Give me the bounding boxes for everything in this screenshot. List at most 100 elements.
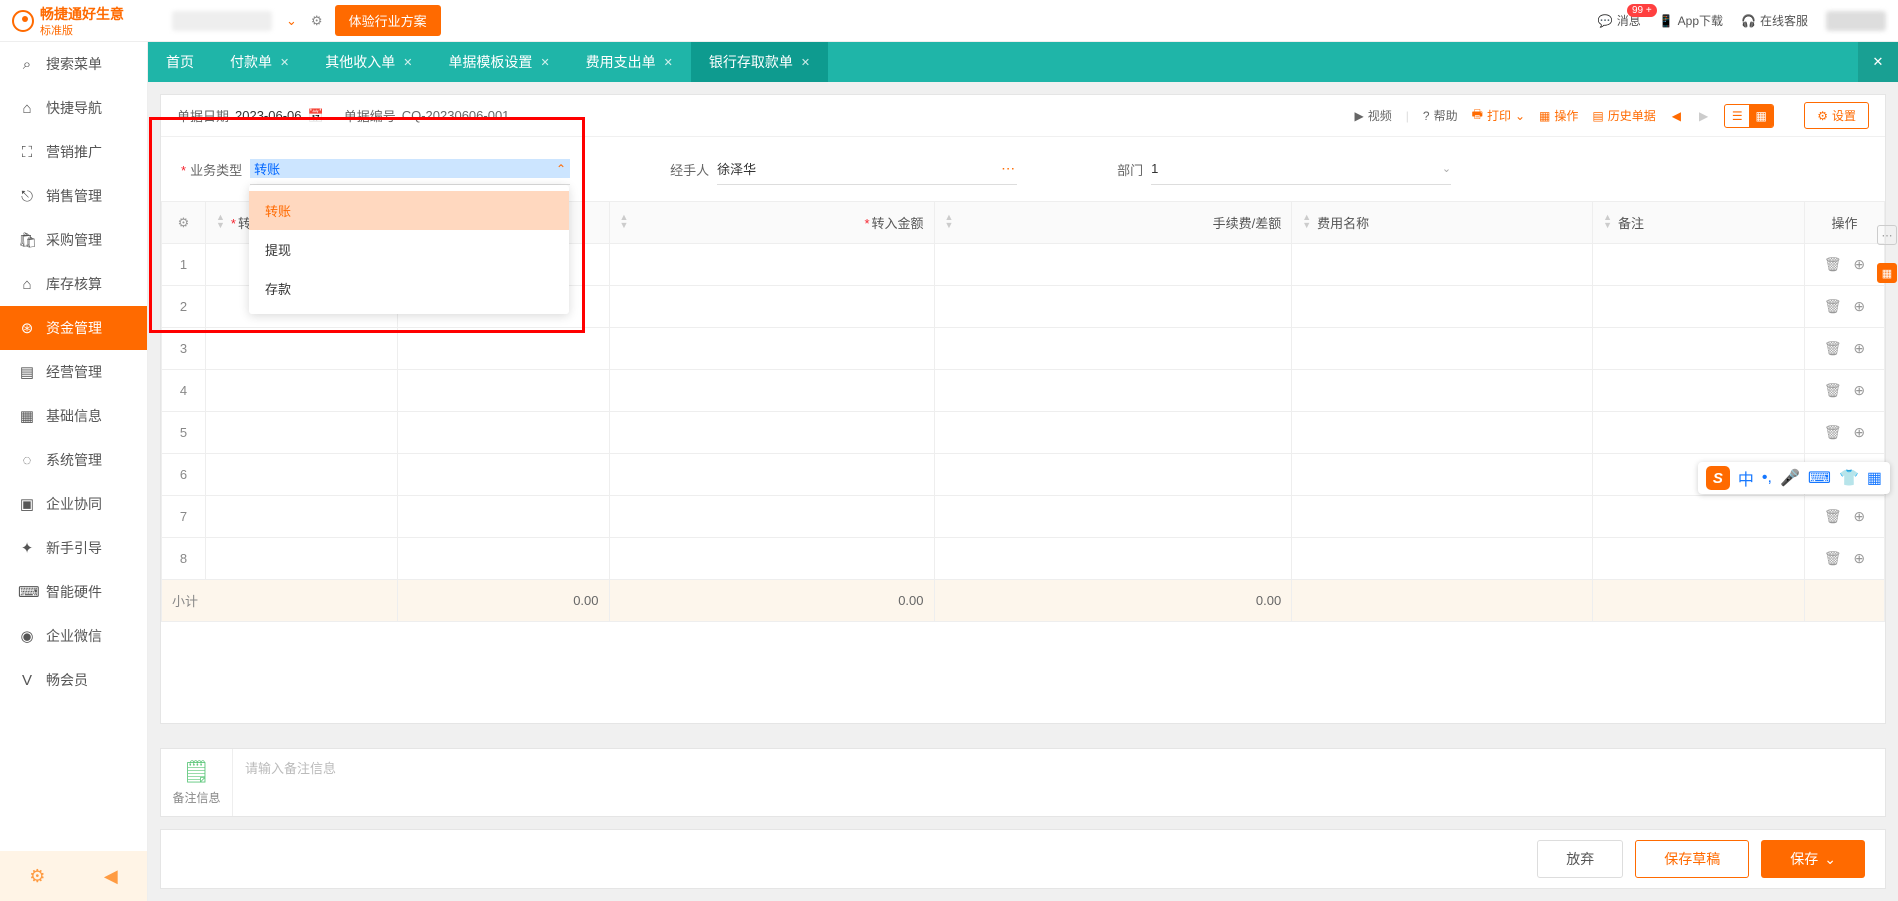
- handler-picker-icon[interactable]: ⋯: [1001, 160, 1017, 177]
- rail-icon-1[interactable]: ⋯: [1877, 225, 1897, 245]
- ime-logo-icon[interactable]: S: [1706, 466, 1730, 490]
- discard-button[interactable]: 放弃: [1537, 840, 1623, 878]
- ime-keyboard-icon[interactable]: ⌨: [1808, 468, 1831, 488]
- delete-row-icon[interactable]: 🗑: [1824, 340, 1842, 356]
- cell[interactable]: [397, 454, 609, 496]
- sidebar-item-11[interactable]: ✦新手引导: [0, 526, 147, 570]
- dept-input[interactable]: 1 ⌄: [1151, 153, 1451, 185]
- cell[interactable]: [1292, 538, 1593, 580]
- cell[interactable]: [1593, 370, 1805, 412]
- delete-row-icon[interactable]: 🗑: [1824, 256, 1842, 272]
- tab-close-icon[interactable]: ✕: [540, 56, 549, 69]
- add-row-icon[interactable]: ⊕: [1853, 256, 1865, 272]
- cell[interactable]: [397, 538, 609, 580]
- col-transfer-in-amt[interactable]: ▲▼转入金额: [609, 202, 934, 244]
- add-row-icon[interactable]: ⊕: [1853, 550, 1865, 566]
- cell[interactable]: [206, 538, 398, 580]
- tab-close-icon[interactable]: ✕: [403, 56, 412, 69]
- cell[interactable]: [934, 370, 1292, 412]
- add-row-icon[interactable]: ⊕: [1853, 508, 1865, 524]
- delete-row-icon[interactable]: 🗑: [1824, 298, 1842, 314]
- operate-link[interactable]: ▦操作: [1539, 107, 1578, 124]
- combo-arrow-icon[interactable]: ⌃: [556, 162, 566, 176]
- close-all-tabs-icon[interactable]: ✕: [1858, 42, 1898, 82]
- tab-2[interactable]: 其他收入单✕: [307, 42, 430, 82]
- cell[interactable]: [1292, 286, 1593, 328]
- cell[interactable]: [609, 286, 934, 328]
- ime-lang[interactable]: 中: [1738, 466, 1754, 490]
- cell[interactable]: [1593, 538, 1805, 580]
- cell[interactable]: [206, 370, 398, 412]
- sidebar-collapse-icon[interactable]: ◀: [104, 866, 118, 887]
- delete-row-icon[interactable]: 🗑: [1824, 424, 1842, 440]
- app-download-link[interactable]: 📱 App下载: [1659, 12, 1723, 29]
- cell[interactable]: [1292, 370, 1593, 412]
- table-row[interactable]: 6 🗑 ⊕: [162, 454, 1885, 496]
- delete-row-icon[interactable]: 🗑: [1824, 508, 1842, 524]
- org-dropdown-icon[interactable]: ⌄: [286, 13, 297, 29]
- table-row[interactable]: 8 🗑 ⊕: [162, 538, 1885, 580]
- biz-type-option-1[interactable]: 提现: [249, 230, 569, 269]
- sidebar-item-0[interactable]: ⌕搜索菜单: [0, 42, 147, 86]
- biz-type-option-2[interactable]: 存款: [249, 269, 569, 308]
- view-grid-icon[interactable]: ▦: [1749, 105, 1773, 127]
- tab-close-icon[interactable]: ✕: [280, 56, 289, 69]
- ime-mic-icon[interactable]: 🎤: [1780, 468, 1800, 488]
- help-link[interactable]: ?帮助: [1423, 107, 1458, 124]
- cell[interactable]: [1292, 328, 1593, 370]
- biz-type-input[interactable]: [250, 159, 570, 178]
- online-service-link[interactable]: 🎧 在线客服: [1741, 12, 1808, 29]
- cell[interactable]: [397, 328, 609, 370]
- cell[interactable]: [1593, 286, 1805, 328]
- sidebar-item-8[interactable]: ▦基础信息: [0, 394, 147, 438]
- add-row-icon[interactable]: ⊕: [1853, 382, 1865, 398]
- sidebar-item-1[interactable]: ⌂快捷导航: [0, 86, 147, 130]
- cell[interactable]: [397, 496, 609, 538]
- cell[interactable]: [1292, 244, 1593, 286]
- rail-icon-2[interactable]: ▦: [1877, 263, 1897, 283]
- ime-punct-icon[interactable]: •,: [1762, 469, 1772, 487]
- save-draft-button[interactable]: 保存草稿: [1635, 840, 1749, 878]
- add-row-icon[interactable]: ⊕: [1853, 298, 1865, 314]
- tab-close-icon[interactable]: ✕: [801, 56, 810, 69]
- cell[interactable]: [206, 496, 398, 538]
- cell[interactable]: [934, 244, 1292, 286]
- table-row[interactable]: 4 🗑 ⊕: [162, 370, 1885, 412]
- cell[interactable]: [934, 328, 1292, 370]
- biz-type-option-0[interactable]: 转账: [249, 191, 569, 230]
- cell[interactable]: [1593, 244, 1805, 286]
- table-row[interactable]: 7 🗑 ⊕: [162, 496, 1885, 538]
- sidebar-item-2[interactable]: ⛶营销推广: [0, 130, 147, 174]
- experience-button[interactable]: 体验行业方案: [335, 5, 441, 36]
- col-fee[interactable]: ▲▼手续费/差额: [934, 202, 1292, 244]
- handler-input[interactable]: 徐泽华 ⋯: [717, 153, 1017, 185]
- sidebar-item-10[interactable]: ▣企业协同: [0, 482, 147, 526]
- tab-1[interactable]: 付款单✕: [212, 42, 307, 82]
- tab-close-icon[interactable]: ✕: [664, 56, 673, 69]
- cell[interactable]: [206, 412, 398, 454]
- cell[interactable]: [1593, 496, 1805, 538]
- cell[interactable]: [609, 370, 934, 412]
- cell[interactable]: [397, 412, 609, 454]
- biz-type-combo[interactable]: ⌃: [250, 153, 570, 185]
- tab-0[interactable]: 首页: [148, 42, 212, 82]
- sidebar-item-3[interactable]: ⎋销售管理: [0, 174, 147, 218]
- column-settings-icon[interactable]: ⚙: [162, 202, 206, 244]
- cell[interactable]: [934, 286, 1292, 328]
- cell[interactable]: [1292, 454, 1593, 496]
- cell[interactable]: [1292, 412, 1593, 454]
- col-fee-name[interactable]: ▲▼费用名称: [1292, 202, 1593, 244]
- history-link[interactable]: ▤历史单据: [1592, 107, 1655, 124]
- dept-arrow-icon[interactable]: ⌄: [1442, 162, 1451, 175]
- col-remark2[interactable]: ▲▼备注: [1593, 202, 1805, 244]
- date-value[interactable]: 2023-06-06: [235, 108, 302, 123]
- tab-3[interactable]: 单据模板设置✕: [430, 42, 567, 82]
- settings-button[interactable]: ⚙设置: [1804, 102, 1869, 129]
- sidebar-item-4[interactable]: 🛍采购管理: [0, 218, 147, 262]
- video-link[interactable]: ▶视频: [1355, 107, 1392, 124]
- remark-input[interactable]: [245, 761, 1873, 776]
- tab-4[interactable]: 费用支出单✕: [568, 42, 691, 82]
- prev-doc-icon[interactable]: ◀: [1670, 109, 1683, 123]
- sidebar-settings-icon[interactable]: ⚙: [29, 866, 45, 887]
- cell[interactable]: [1292, 496, 1593, 538]
